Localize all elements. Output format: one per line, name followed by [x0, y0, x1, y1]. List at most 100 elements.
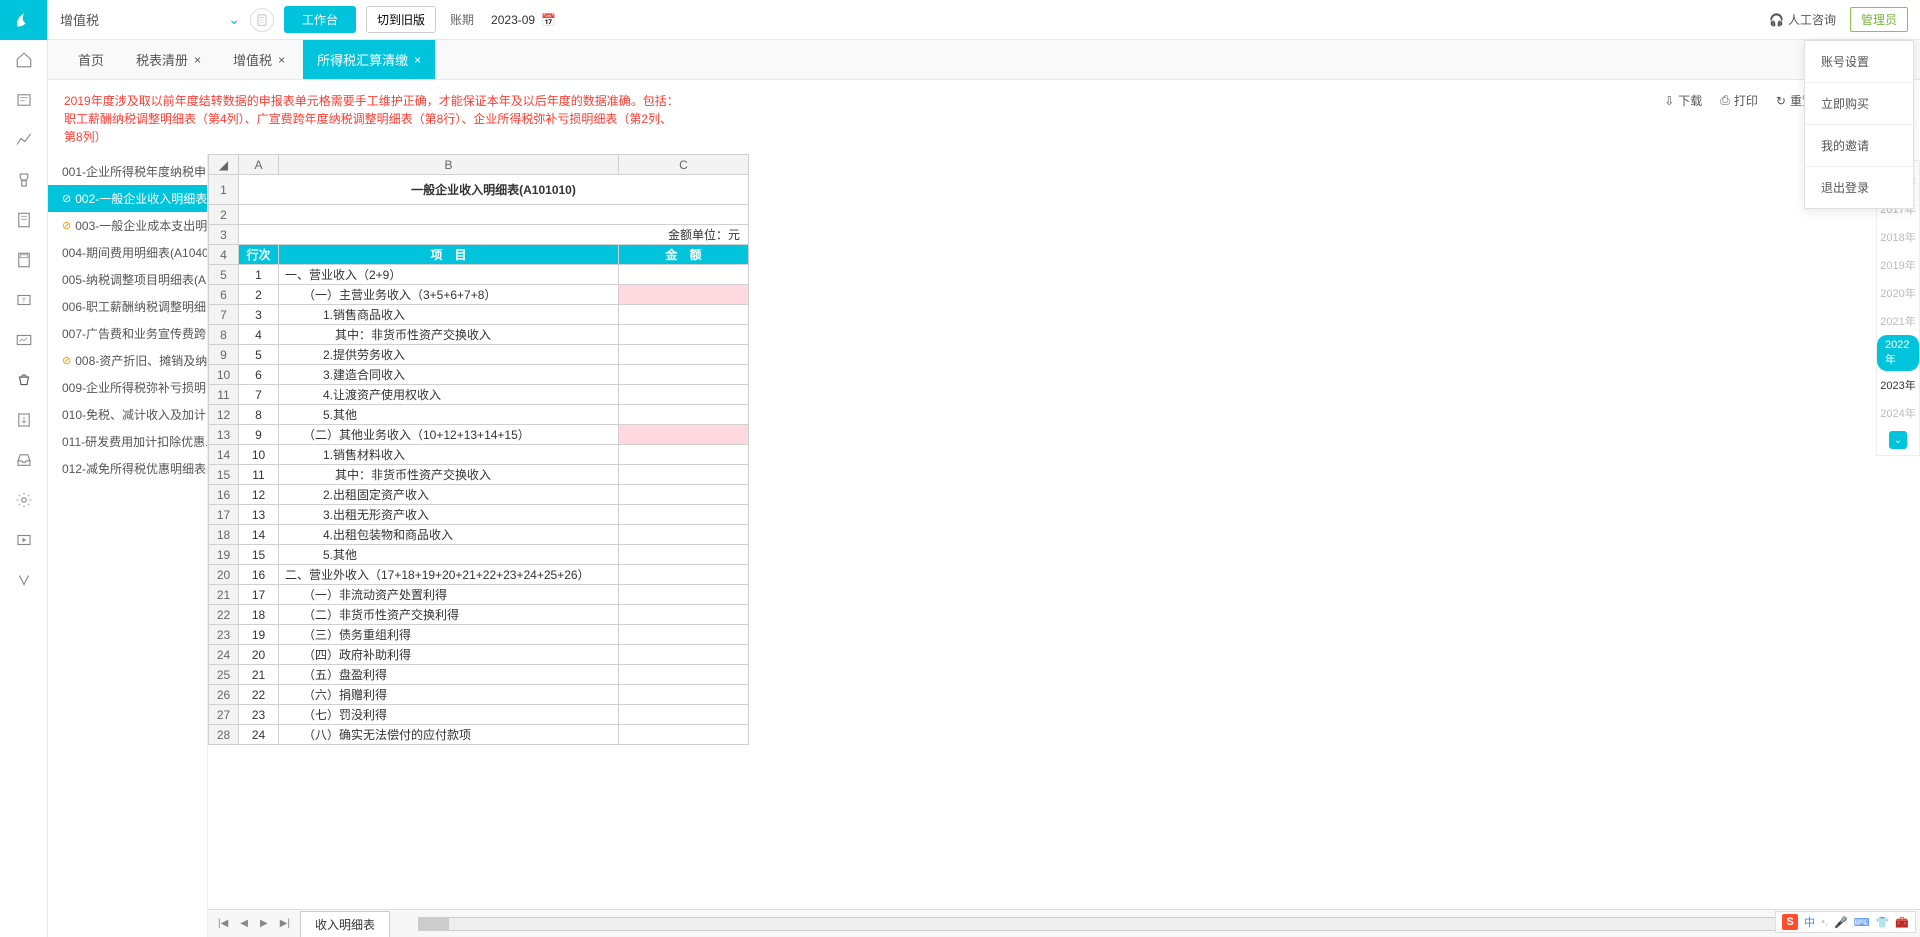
row-header[interactable]: 11 — [209, 385, 239, 405]
cell-amount[interactable] — [619, 665, 749, 685]
cell-item[interactable]: 4.出租包装物和商品收入 — [279, 525, 619, 545]
company-dropdown[interactable]: 增值税 ⌄ — [60, 10, 240, 29]
row-header[interactable]: 3 — [209, 225, 239, 245]
row-header[interactable]: 18 — [209, 525, 239, 545]
row-header[interactable]: 26 — [209, 685, 239, 705]
year-item[interactable]: 2022年 — [1877, 335, 1919, 371]
cell-item[interactable]: 二、营业外收入（17+18+19+20+21+22+23+24+25+26） — [279, 565, 619, 585]
cell-rownum[interactable]: 1 — [239, 265, 279, 285]
cell-item[interactable]: （五）盘盈利得 — [279, 665, 619, 685]
tab-vat[interactable]: 增值税× — [219, 40, 299, 79]
cell-item[interactable]: （四）政府补助利得 — [279, 645, 619, 665]
cell-rownum[interactable]: 16 — [239, 565, 279, 585]
nav-home-icon[interactable] — [0, 40, 47, 80]
row-header[interactable]: 19 — [209, 545, 239, 565]
cell-rownum[interactable]: 5 — [239, 345, 279, 365]
cell-item[interactable]: 3.出租无形资产收入 — [279, 505, 619, 525]
nav-report-icon[interactable] — [0, 120, 47, 160]
row-header[interactable]: 7 — [209, 305, 239, 325]
row-header[interactable]: 16 — [209, 485, 239, 505]
sheet-nav-next-icon[interactable]: ▶ — [258, 918, 270, 929]
cell-rownum[interactable]: 4 — [239, 325, 279, 345]
form-list-item[interactable]: 001-企业所得税年度纳税申... — [48, 158, 207, 185]
ime-lang[interactable]: 中 — [1804, 914, 1815, 930]
workspace-button[interactable]: 工作台 — [284, 6, 356, 33]
form-list-item[interactable]: ⊘003-一般企业成本支出明细... — [48, 212, 207, 239]
form-list-item[interactable]: 004-期间费用明细表(A1040... — [48, 239, 207, 266]
row-header[interactable]: 15 — [209, 465, 239, 485]
row-header[interactable]: 8 — [209, 325, 239, 345]
cell-rownum[interactable]: 21 — [239, 665, 279, 685]
consult-link[interactable]: 🎧 人工咨询 — [1769, 11, 1836, 28]
nav-archive-icon[interactable] — [0, 400, 47, 440]
cell-amount[interactable] — [619, 645, 749, 665]
nav-calc-icon[interactable] — [0, 240, 47, 280]
cell-rownum[interactable]: 3 — [239, 305, 279, 325]
cell-amount[interactable] — [619, 345, 749, 365]
ime-toolbar[interactable]: S 中 •, 🎤 ⌨ 👕 🧰 — [1775, 911, 1916, 933]
cell-item[interactable]: （一）非流动资产处置利得 — [279, 585, 619, 605]
cell-item[interactable]: （八）确实无法偿付的应付款项 — [279, 725, 619, 745]
year-item[interactable]: 2020年 — [1880, 279, 1915, 307]
sheet-nav-prev-icon[interactable]: ◀ — [238, 918, 250, 929]
cell-item[interactable]: 2.提供劳务收入 — [279, 345, 619, 365]
row-header[interactable]: 13 — [209, 425, 239, 445]
nav-video-icon[interactable] — [0, 520, 47, 560]
switch-old-button[interactable]: 切到旧版 — [366, 6, 436, 33]
form-list-item[interactable]: ⊘008-资产折旧、摊销及纳税... — [48, 347, 207, 374]
year-item[interactable]: 2021年 — [1880, 307, 1915, 335]
cell-item[interactable]: 2.出租固定资产收入 — [279, 485, 619, 505]
close-icon[interactable]: × — [194, 53, 201, 67]
close-icon[interactable]: × — [278, 53, 285, 67]
row-header[interactable]: 12 — [209, 405, 239, 425]
print-button[interactable]: ⎙打印 — [1720, 92, 1758, 109]
nav-settings-icon[interactable] — [0, 480, 47, 520]
cell-rownum[interactable]: 20 — [239, 645, 279, 665]
period-picker[interactable]: 2023-09 📅 — [484, 8, 563, 32]
cell-amount[interactable] — [619, 285, 749, 305]
cell-rownum[interactable]: 7 — [239, 385, 279, 405]
cell-item[interactable]: 1.销售材料收入 — [279, 445, 619, 465]
cell-amount[interactable] — [619, 385, 749, 405]
year-item[interactable]: 2019年 — [1880, 251, 1915, 279]
cell-amount[interactable] — [619, 365, 749, 385]
row-header[interactable]: 20 — [209, 565, 239, 585]
form-list-item[interactable]: 009-企业所得税弥补亏损明... — [48, 374, 207, 401]
cell-item[interactable]: （一）主营业务收入（3+5+6+7+8） — [279, 285, 619, 305]
row-header[interactable]: 24 — [209, 645, 239, 665]
cell-amount[interactable] — [619, 705, 749, 725]
row-header[interactable]: 17 — [209, 505, 239, 525]
cell-rownum[interactable]: 19 — [239, 625, 279, 645]
year-item[interactable]: 2024年 — [1880, 399, 1915, 427]
cell-rownum[interactable]: 6 — [239, 365, 279, 385]
form-list-item[interactable]: 007-广告费和业务宣传费跨... — [48, 320, 207, 347]
cell-amount[interactable] — [619, 445, 749, 465]
cell-amount[interactable] — [619, 465, 749, 485]
cell-amount[interactable] — [619, 485, 749, 505]
cell-amount[interactable] — [619, 505, 749, 525]
row-header[interactable]: 27 — [209, 705, 239, 725]
cell-amount[interactable] — [619, 625, 749, 645]
form-list-item[interactable]: ⊘002-一般企业收入明细表(A1... — [48, 185, 207, 212]
row-header[interactable]: 6 — [209, 285, 239, 305]
cell-rownum[interactable]: 23 — [239, 705, 279, 725]
cell-item[interactable]: （三）债务重组利得 — [279, 625, 619, 645]
sheet-corner[interactable]: ◢ — [209, 155, 239, 175]
cell-rownum[interactable]: 14 — [239, 525, 279, 545]
sheet-tab[interactable]: 收入明细表 — [300, 911, 390, 937]
tab-income-tax[interactable]: 所得税汇算清缴× — [303, 40, 435, 79]
year-more-icon[interactable]: ⌄ — [1889, 431, 1907, 449]
row-header[interactable]: 1 — [209, 175, 239, 205]
ime-toolbox-icon[interactable]: 🧰 — [1895, 916, 1909, 929]
menu-my-invites[interactable]: 我的邀请 — [1805, 125, 1913, 167]
cell-item[interactable]: 5.其他 — [279, 545, 619, 565]
menu-logout[interactable]: 退出登录 — [1805, 167, 1913, 208]
cell-item[interactable]: （六）捐赠利得 — [279, 685, 619, 705]
nav-inbox-icon[interactable] — [0, 440, 47, 480]
cell-rownum[interactable]: 15 — [239, 545, 279, 565]
cell-amount[interactable] — [619, 605, 749, 625]
cell-rownum[interactable]: 18 — [239, 605, 279, 625]
nav-book-icon[interactable] — [0, 200, 47, 240]
cell-item[interactable]: （二）其他业务收入（10+12+13+14+15） — [279, 425, 619, 445]
spreadsheet[interactable]: ◢ A B C 1一般企业收入明细表(A101010) 2 3金额单位：元 4 … — [208, 154, 749, 745]
